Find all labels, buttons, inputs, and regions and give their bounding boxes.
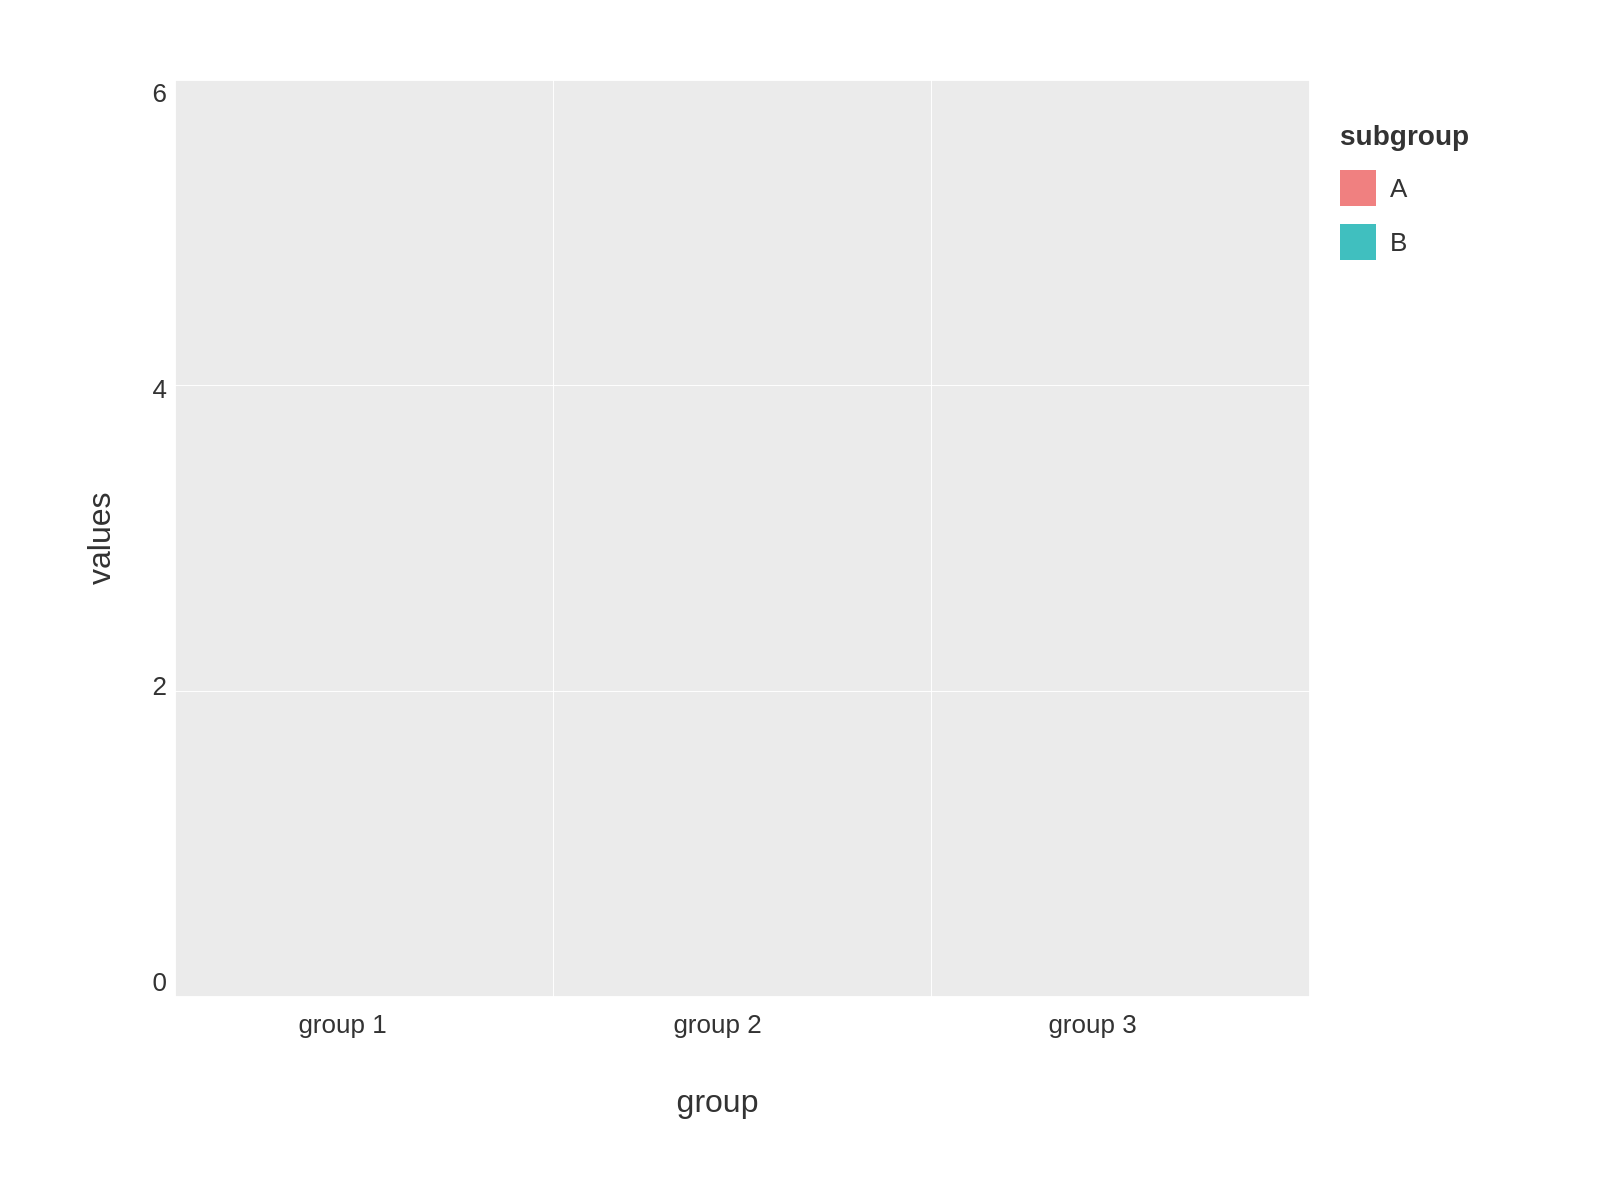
y-tick: 2	[153, 673, 167, 699]
y-axis-label: values	[70, 80, 120, 997]
y-tick: 4	[153, 376, 167, 402]
x-tick-label: group 3	[973, 1009, 1213, 1040]
plot-and-yaxis: values 0 2 4 6	[70, 80, 1310, 997]
x-axis-label: group	[125, 1083, 1310, 1130]
legend-swatch-a	[1340, 170, 1376, 206]
x-tick-label: group 2	[598, 1009, 838, 1040]
chart-container: values 0 2 4 6	[50, 50, 1550, 1150]
y-tick: 6	[153, 80, 167, 106]
y-axis-ticks: 0 2 4 6	[120, 80, 175, 997]
y-tick: 0	[153, 969, 167, 995]
legend-label-b: B	[1390, 227, 1407, 258]
plot-region	[175, 80, 1310, 997]
legend-item-a: A	[1340, 170, 1510, 206]
legend-label-a: A	[1390, 173, 1407, 204]
legend-swatch-b	[1340, 224, 1376, 260]
bars-area	[175, 80, 1310, 997]
legend-item-b: B	[1340, 224, 1510, 260]
legend-title: subgroup	[1340, 120, 1510, 152]
x-tick-label: group 1	[223, 1009, 463, 1040]
x-axis: group 1 group 2 group 3	[125, 997, 1310, 1077]
legend: subgroup A B	[1310, 80, 1530, 1130]
chart-area: values 0 2 4 6	[70, 80, 1310, 1130]
